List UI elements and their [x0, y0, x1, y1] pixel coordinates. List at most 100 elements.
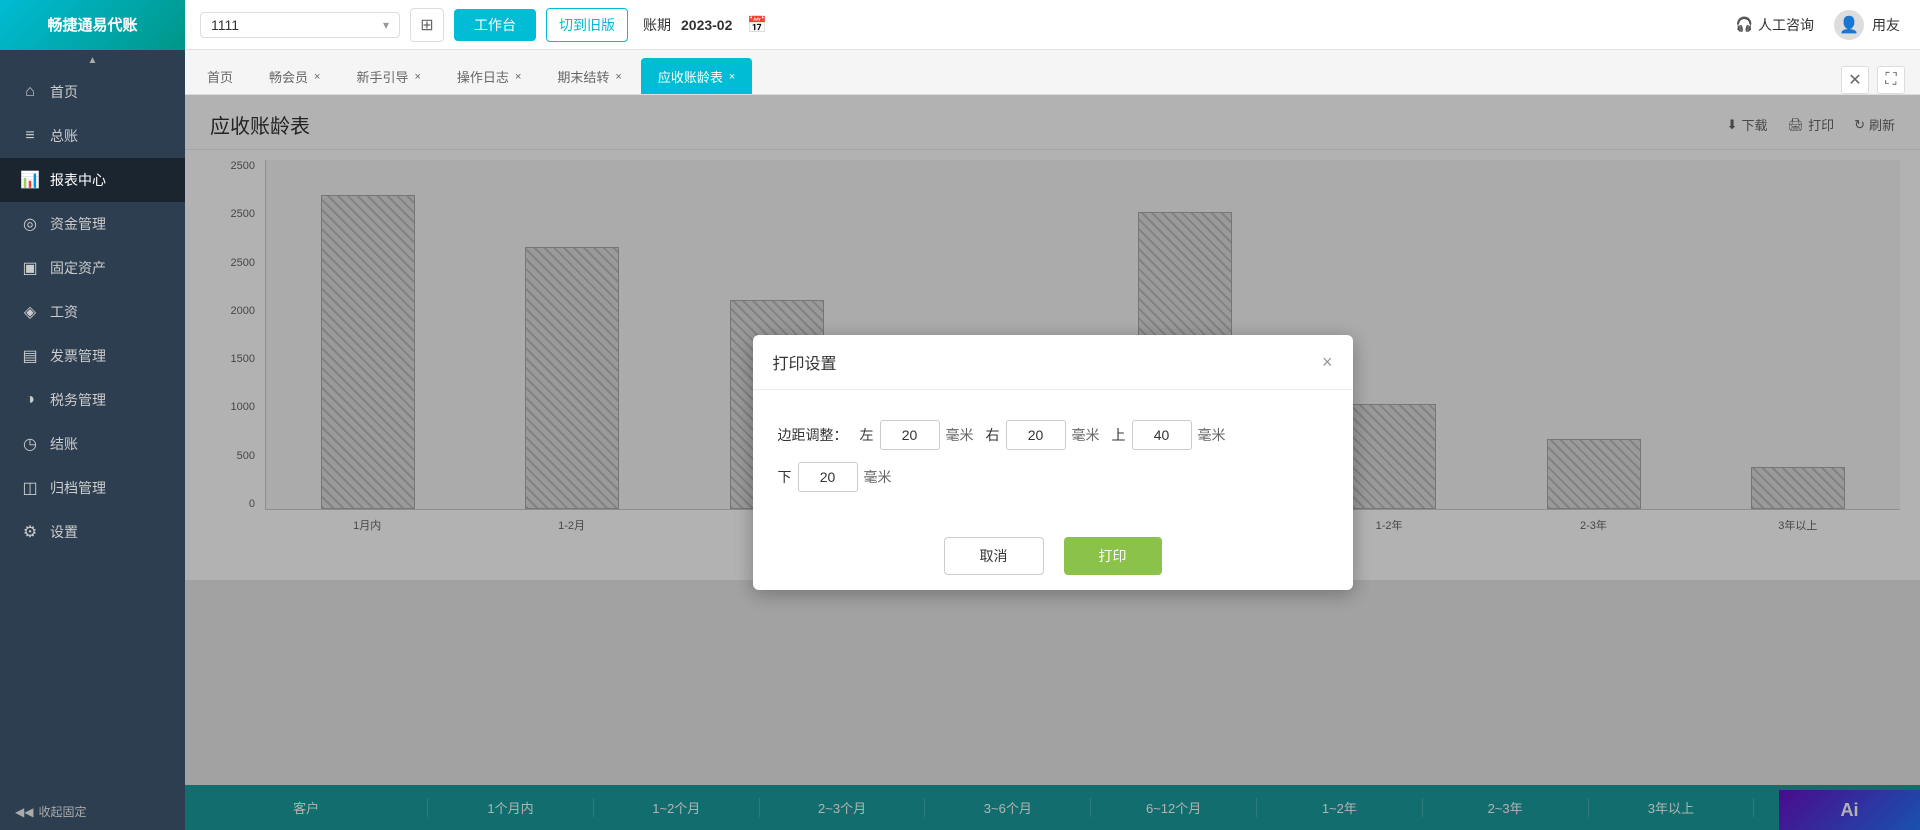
tax-icon: ◑	[20, 391, 40, 409]
assets-icon: ▣	[20, 258, 40, 278]
sidebar-item-tax[interactable]: ◑ 税务管理	[0, 378, 185, 422]
modal-close-button[interactable]: ×	[1322, 353, 1333, 371]
sidebar-label-assets: 固定资产	[50, 258, 106, 278]
tab-aging-close[interactable]: ×	[729, 71, 735, 83]
sidebar-item-payroll[interactable]: ◈ 工资	[0, 290, 185, 334]
collapse-icon: ◀◀	[15, 805, 33, 819]
margin-bottom-input[interactable]	[798, 462, 858, 492]
calendar-icon[interactable]: 📅	[747, 15, 767, 35]
logo: 畅捷通易代账	[0, 0, 185, 50]
margin-top-input[interactable]	[1132, 420, 1192, 450]
tab-vip[interactable]: 畅会员 ×	[252, 58, 337, 94]
sidebar-item-report[interactable]: 📊 报表中心	[0, 158, 185, 202]
margin-row: 边距调整： 左 毫米 右 毫米	[778, 420, 1328, 492]
sidebar-label-tax: 税务管理	[50, 390, 106, 410]
header-middle: 1111 ▾ ⊞ 工作台 切到旧版 账期 2023-02 📅	[185, 8, 1716, 42]
user-icon: 👤	[1839, 15, 1859, 35]
sidebar-label-report: 报表中心	[50, 170, 106, 190]
sidebar-item-ledger[interactable]: ≡ 总账	[0, 114, 185, 158]
sidebar-item-invoice[interactable]: ▤ 发票管理	[0, 334, 185, 378]
tab-close-all-button[interactable]: ✕	[1841, 66, 1869, 94]
confirm-print-button[interactable]: 打印	[1064, 537, 1162, 575]
content-area: 首页 畅会员 × 新手引导 × 操作日志 × 期末结转 × 应收账龄表 ×	[185, 50, 1920, 830]
tab-log-close[interactable]: ×	[515, 71, 521, 83]
left-unit-label: 毫米	[946, 425, 974, 445]
headset-icon: 🎧	[1736, 16, 1753, 33]
tab-maximize-button[interactable]: ⛶	[1877, 66, 1905, 94]
top-unit-label: 毫米	[1198, 425, 1226, 445]
sidebar-label-home: 首页	[50, 82, 78, 102]
settings-icon: ⚙	[20, 522, 40, 542]
copy-icon: ⊞	[420, 15, 433, 35]
sidebar-collapse[interactable]: ◀◀ 收起固定	[0, 793, 185, 830]
tab-aging-label: 应收账龄表	[658, 67, 723, 86]
invoice-icon: ▤	[20, 346, 40, 366]
tab-vip-label: 畅会员	[269, 67, 308, 86]
margin-left-input[interactable]	[880, 420, 940, 450]
sidebar-item-assets[interactable]: ▣ 固定资产	[0, 246, 185, 290]
sidebar-item-settings[interactable]: ⚙ 设置	[0, 510, 185, 554]
sidebar: ▲ ⌂ 首页 ≡ 总账 📊 报表中心 ◎ 资金管理 ▣ 固定资产 ◈ 工资 ▤ …	[0, 50, 185, 830]
tab-guide-label: 新手引导	[356, 67, 408, 86]
margin-right-group: 右 毫米	[986, 420, 1100, 450]
margin-top-group: 上 毫米	[1112, 420, 1226, 450]
sidebar-label-settings: 设置	[50, 522, 78, 542]
sidebar-item-home[interactable]: ⌂ 首页	[0, 70, 185, 114]
maximize-icon: ⛶	[1885, 71, 1896, 89]
consult-button[interactable]: 🎧 人工咨询	[1736, 15, 1814, 35]
tabs-right: ✕ ⛶	[1831, 66, 1915, 94]
main-layout: ▲ ⌂ 首页 ≡ 总账 📊 报表中心 ◎ 资金管理 ▣ 固定资产 ◈ 工资 ▤ …	[0, 50, 1920, 830]
cancel-button[interactable]: 取消	[944, 537, 1044, 575]
avatar: 👤	[1834, 10, 1864, 40]
tab-guide-close[interactable]: ×	[414, 71, 420, 83]
sidebar-item-funds[interactable]: ◎ 资金管理	[0, 202, 185, 246]
tab-period-end[interactable]: 期末结转 ×	[540, 58, 638, 94]
modal-overlay: 打印设置 × 边距调整： 左 毫米 右	[185, 95, 1920, 830]
chevron-down-icon: ▾	[383, 18, 389, 32]
top-direction-label: 上	[1112, 425, 1126, 445]
sidebar-label-invoice: 发票管理	[50, 346, 106, 366]
bottom-direction-label: 下	[778, 467, 792, 487]
report-icon: 📊	[20, 170, 40, 190]
page-content: 应收账龄表 ⬇ 下载 🖨 打印 ↻ 刷新	[185, 95, 1920, 830]
tab-home[interactable]: 首页	[190, 58, 250, 94]
tab-guide[interactable]: 新手引导 ×	[339, 58, 437, 94]
sidebar-item-closeout[interactable]: ◷ 结账	[0, 422, 185, 466]
tab-aging[interactable]: 应收账龄表 ×	[641, 58, 752, 94]
tabs-bar: 首页 畅会员 × 新手引导 × 操作日志 × 期末结转 × 应收账龄表 ×	[185, 50, 1920, 95]
sidebar-scroll-up[interactable]: ▲	[0, 50, 185, 70]
tab-period-end-label: 期末结转	[557, 67, 609, 86]
user-area[interactable]: 👤 用友	[1834, 10, 1900, 40]
modal-body: 边距调整： 左 毫米 右 毫米	[753, 390, 1353, 522]
print-settings-modal: 打印设置 × 边距调整： 左 毫米 右	[753, 335, 1353, 590]
margin-right-input[interactable]	[1006, 420, 1066, 450]
header: 畅捷通易代账 1111 ▾ ⊞ 工作台 切到旧版 账期 2023-02 📅 🎧 …	[0, 0, 1920, 50]
workbench-button[interactable]: 工作台	[454, 9, 536, 41]
switch-version-button[interactable]: 切到旧版	[546, 8, 628, 42]
tab-vip-close[interactable]: ×	[314, 71, 320, 83]
tab-home-label: 首页	[207, 67, 233, 86]
modal-footer: 取消 打印	[753, 522, 1353, 590]
logo-text: 畅捷通易代账	[47, 14, 137, 35]
tab-period-end-close[interactable]: ×	[615, 71, 621, 83]
sidebar-label-closeout: 结账	[50, 434, 78, 454]
consult-label: 人工咨询	[1758, 15, 1814, 35]
company-selector[interactable]: 1111 ▾	[200, 12, 400, 38]
funds-icon: ◎	[20, 214, 40, 234]
margin-bottom-group: 下 毫米	[778, 462, 892, 492]
company-name: 1111	[211, 17, 375, 33]
sidebar-label-payroll: 工资	[50, 302, 78, 322]
period-label: 账期	[643, 15, 671, 35]
ledger-icon: ≡	[20, 127, 40, 145]
closeout-icon: ◷	[20, 434, 40, 454]
close-all-icon: ✕	[1848, 70, 1861, 90]
user-name: 用友	[1872, 15, 1900, 35]
tab-log[interactable]: 操作日志 ×	[440, 58, 538, 94]
collapse-label: 收起固定	[38, 803, 86, 820]
tab-log-label: 操作日志	[457, 67, 509, 86]
sidebar-item-archive[interactable]: ◫ 归档管理	[0, 466, 185, 510]
copy-icon-button[interactable]: ⊞	[410, 8, 444, 42]
sidebar-label-archive: 归档管理	[50, 478, 106, 498]
margin-left-group: 左 毫米	[860, 420, 974, 450]
right-unit-label: 毫米	[1072, 425, 1100, 445]
